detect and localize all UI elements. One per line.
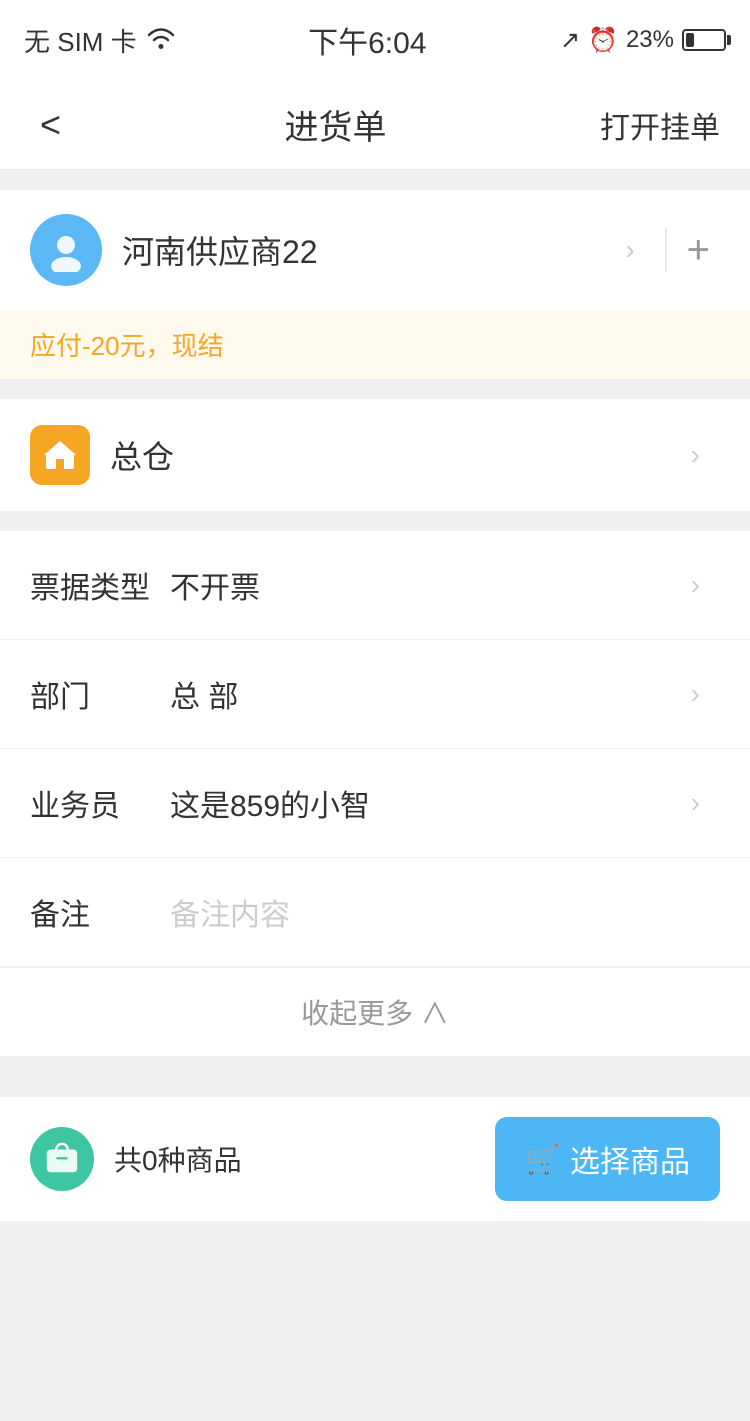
wifi-icon bbox=[147, 25, 175, 56]
warehouse-chevron-icon: › bbox=[691, 439, 700, 471]
sales-row[interactable]: 业务员 这是859的小智 › bbox=[0, 749, 750, 858]
status-bar: 无 SIM 卡 下午6:04 ↗ ⏰ 23% bbox=[0, 0, 750, 80]
alarm-icon: ⏰ bbox=[588, 26, 618, 55]
separator-2 bbox=[0, 511, 750, 531]
separator-3 bbox=[0, 1056, 750, 1076]
page-background bbox=[0, 1221, 750, 1421]
bottom-bar: 共0种商品 🛒 选择商品 bbox=[0, 1096, 750, 1221]
invoice-row[interactable]: 票据类型 不开票 › bbox=[0, 531, 750, 640]
department-label: 部门 bbox=[30, 672, 150, 716]
supplier-section: 河南供应商22 › + 应付-20元，现结 bbox=[0, 190, 750, 379]
supplier-row[interactable]: 河南供应商22 › + bbox=[0, 190, 750, 310]
open-pending-button[interactable]: 打开挂单 bbox=[600, 103, 720, 147]
status-right: ↗ ⏰ 23% bbox=[560, 26, 726, 55]
time-display: 下午6:04 bbox=[308, 18, 426, 62]
department-chevron-icon: › bbox=[691, 678, 700, 710]
invoice-label: 票据类型 bbox=[30, 563, 150, 607]
top-separator bbox=[0, 170, 750, 190]
divider bbox=[665, 228, 667, 272]
remark-label: 备注 bbox=[30, 890, 150, 934]
notice-bar: 应付-20元，现结 bbox=[0, 310, 750, 379]
warehouse-name: 总仓 bbox=[110, 432, 691, 478]
battery-percent: 23% bbox=[626, 26, 674, 54]
department-row[interactable]: 部门 总 部 › bbox=[0, 640, 750, 749]
select-product-label: 选择商品 bbox=[570, 1137, 690, 1181]
warehouse-row[interactable]: 总仓 › bbox=[0, 399, 750, 511]
battery-icon bbox=[682, 29, 726, 51]
invoice-value: 不开票 bbox=[170, 563, 691, 607]
carrier-label: 无 SIM 卡 bbox=[24, 22, 137, 59]
remark-input[interactable]: 备注内容 bbox=[170, 890, 720, 934]
notice-text: 应付-20元，现结 bbox=[30, 331, 224, 361]
product-icon bbox=[30, 1127, 94, 1191]
sales-chevron-icon: › bbox=[691, 787, 700, 819]
select-product-icon: 🛒 bbox=[525, 1143, 560, 1176]
collapse-label: 收起更多 ∧ bbox=[301, 992, 449, 1032]
nav-bar: < 进货单 打开挂单 bbox=[0, 80, 750, 170]
warehouse-icon bbox=[30, 425, 90, 485]
page-title: 进货单 bbox=[285, 100, 387, 149]
separator-1 bbox=[0, 379, 750, 399]
form-section: 票据类型 不开票 › 部门 总 部 › 业务员 这是859的小智 › 备注 备注… bbox=[0, 531, 750, 1056]
sales-label: 业务员 bbox=[30, 781, 150, 825]
back-button[interactable]: < bbox=[30, 94, 71, 156]
supplier-name: 河南供应商22 bbox=[122, 227, 625, 273]
product-count-label: 共0种商品 bbox=[114, 1139, 475, 1179]
location-icon: ↗ bbox=[560, 26, 580, 55]
status-left: 无 SIM 卡 bbox=[24, 22, 175, 59]
supplier-avatar bbox=[30, 214, 102, 286]
department-value: 总 部 bbox=[170, 672, 691, 716]
supplier-chevron-icon: › bbox=[625, 234, 634, 266]
add-supplier-button[interactable]: + bbox=[677, 228, 720, 273]
invoice-chevron-icon: › bbox=[691, 569, 700, 601]
select-product-button[interactable]: 🛒 选择商品 bbox=[495, 1117, 720, 1201]
warehouse-section[interactable]: 总仓 › bbox=[0, 399, 750, 511]
collapse-button[interactable]: 收起更多 ∧ bbox=[0, 967, 750, 1056]
sales-value: 这是859的小智 bbox=[170, 781, 691, 825]
remark-row[interactable]: 备注 备注内容 bbox=[0, 858, 750, 967]
